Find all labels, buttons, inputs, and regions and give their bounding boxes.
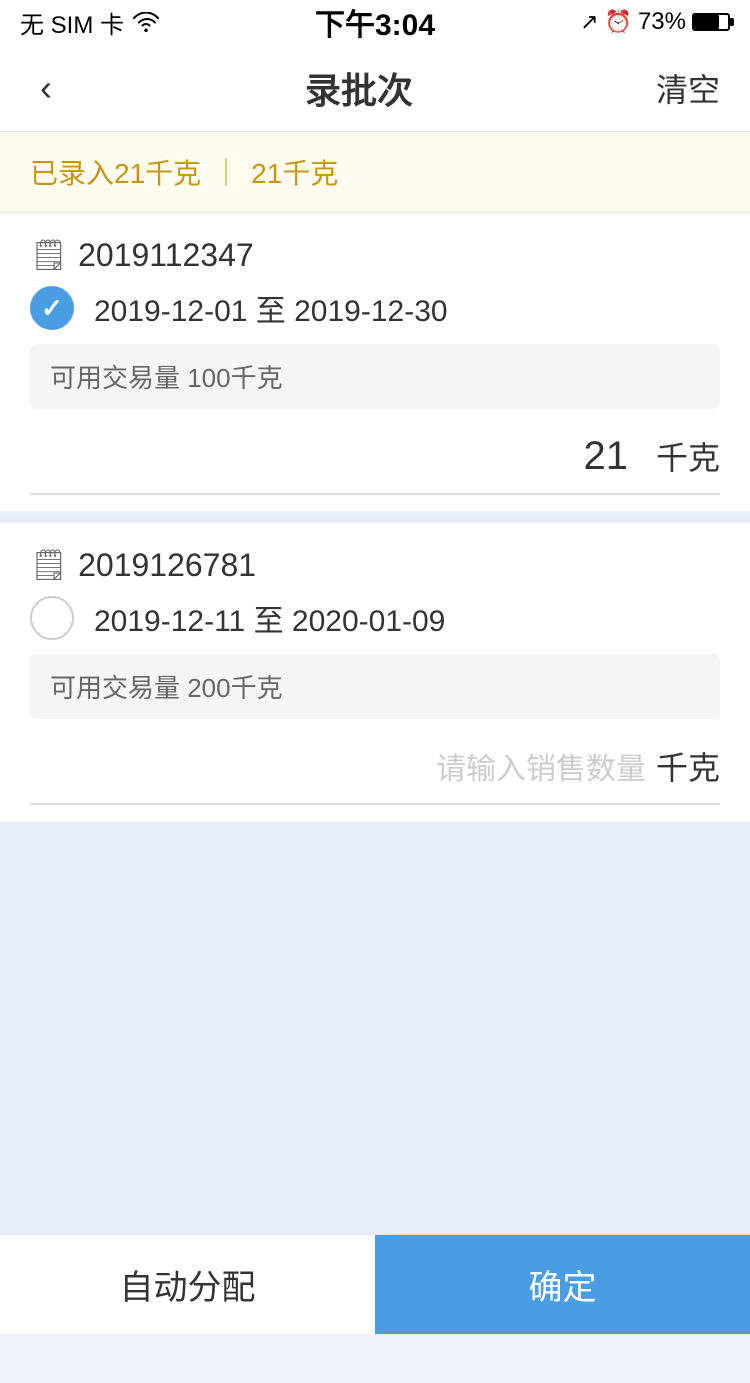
battery-icon bbox=[692, 13, 730, 31]
back-button[interactable]: ‹ bbox=[30, 57, 62, 119]
batch1-card: 🗒 2019112347 2019-12-01 至 2019-12-30 可用交… bbox=[0, 213, 750, 511]
batch2-header: 🗒 2019126781 bbox=[30, 547, 720, 584]
batch1-icon: 🗒 bbox=[30, 238, 68, 273]
location-icon: ↗ bbox=[580, 9, 598, 35]
batch2-radio[interactable] bbox=[30, 596, 74, 640]
status-time: 下午3:04 bbox=[315, 0, 435, 44]
batch2-date-row[interactable]: 2019-12-11 至 2020-01-09 bbox=[30, 596, 720, 640]
auto-distribute-button[interactable]: 自动分配 bbox=[0, 1235, 375, 1334]
batch2-unit: 千克 bbox=[656, 743, 720, 789]
batch2-quantity-placeholder[interactable]: 请输入销售数量 bbox=[436, 744, 646, 788]
status-bar-left: 无 SIM 卡 bbox=[20, 5, 160, 40]
page-title: 录批次 bbox=[305, 62, 413, 114]
summary-label: 已录入21千克 bbox=[30, 152, 201, 192]
nav-bar: ‹ 录批次 清空 bbox=[0, 44, 750, 132]
batch1-id: 2019112347 bbox=[78, 237, 254, 274]
clear-button[interactable]: 清空 bbox=[656, 65, 720, 111]
batch1-available: 可用交易量 100千克 bbox=[30, 344, 720, 409]
batch1-date-row[interactable]: 2019-12-01 至 2019-12-30 bbox=[30, 286, 720, 330]
batch1-quantity-value[interactable]: 21 bbox=[568, 434, 628, 479]
confirm-button[interactable]: 确定 bbox=[375, 1235, 750, 1334]
carrier-text: 无 SIM 卡 bbox=[20, 5, 124, 40]
section-separator bbox=[0, 513, 750, 523]
batch2-card: 🗒 2019126781 2019-12-11 至 2020-01-09 可用交… bbox=[0, 523, 750, 821]
batch1-unit: 千克 bbox=[656, 433, 720, 479]
batch2-available: 可用交易量 200千克 bbox=[30, 654, 720, 719]
batch1-radio[interactable] bbox=[30, 286, 74, 330]
batch1-header: 🗒 2019112347 bbox=[30, 237, 720, 274]
status-bar: 无 SIM 卡 下午3:04 ↗ ⏰ 73% bbox=[0, 0, 750, 44]
batch1-quantity-row: 21 千克 bbox=[30, 423, 720, 493]
bottom-bar: 自动分配 确定 bbox=[0, 1234, 750, 1334]
batch2-icon: 🗒 bbox=[30, 548, 68, 583]
summary-value: 21千克 bbox=[251, 152, 338, 192]
wifi-icon bbox=[132, 12, 160, 32]
status-bar-right: ↗ ⏰ 73% bbox=[580, 8, 730, 36]
summary-divider bbox=[225, 158, 227, 186]
batch2-date: 2019-12-11 至 2020-01-09 bbox=[94, 596, 445, 640]
battery-percent: 73% bbox=[638, 8, 686, 36]
batch1-date: 2019-12-01 至 2019-12-30 bbox=[94, 286, 448, 330]
empty-area bbox=[0, 823, 750, 1283]
summary-banner: 已录入21千克 21千克 bbox=[0, 132, 750, 213]
batch2-quantity-row: 请输入销售数量 千克 bbox=[30, 733, 720, 803]
alarm-icon: ⏰ bbox=[605, 9, 632, 35]
batch2-id: 2019126781 bbox=[78, 547, 256, 584]
